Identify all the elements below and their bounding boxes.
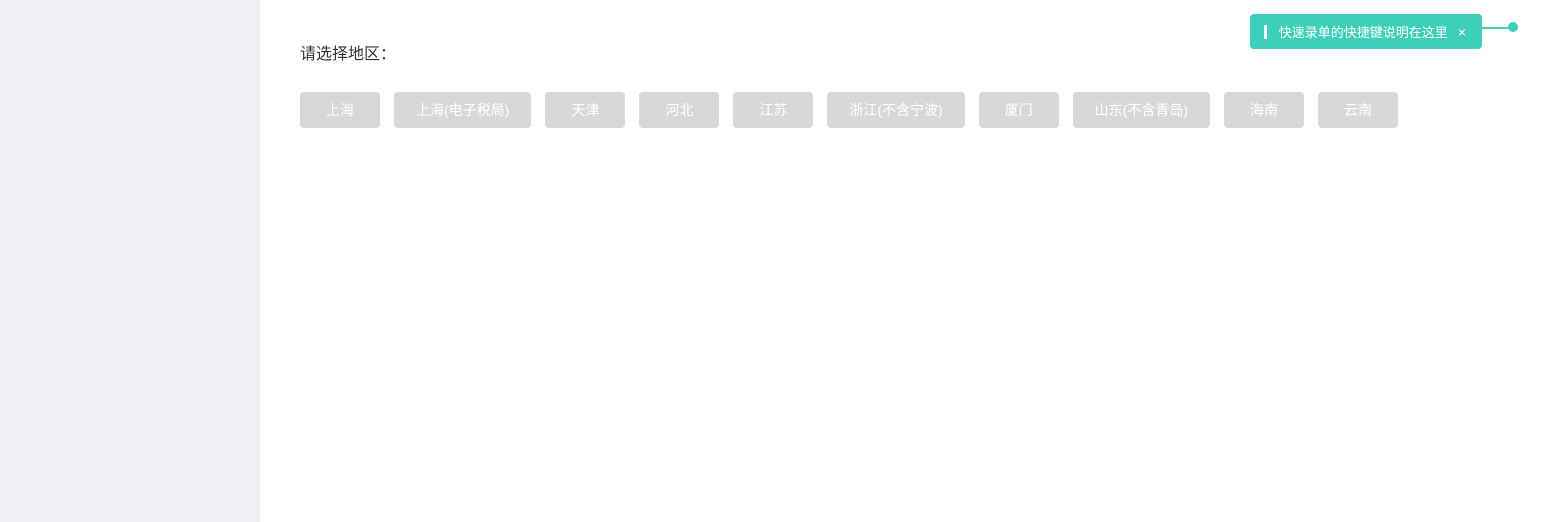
sidebar <box>0 0 260 522</box>
region-button-hainan[interactable]: 海南 <box>1224 92 1304 128</box>
region-buttons-container: 上海上海(电子税局) 天津河北江苏浙江(不含宁波) 厦门山东(不含青岛) 海南云南 <box>300 92 1522 128</box>
region-button-zhejiang[interactable]: 浙江(不含宁波) <box>827 92 964 128</box>
region-button-yunnan[interactable]: 云南 <box>1318 92 1398 128</box>
region-button-xiamen[interactable]: 厦门 <box>979 92 1059 128</box>
tooltip-text: 快速录单的快捷键说明在这里 <box>1279 22 1448 41</box>
region-button-hebei[interactable]: 河北 <box>639 92 719 128</box>
region-button-jiangsu[interactable]: 江苏 <box>733 92 813 128</box>
region-button-shandong[interactable]: 山东(不含青岛) <box>1073 92 1210 128</box>
main-content: 请选择地区： 上海上海(电子税局)天津河北江苏浙江(不含宁波)厦门山东(不含青岛… <box>260 0 1562 522</box>
region-button-shanghai[interactable]: 上海 <box>300 92 380 128</box>
tooltip-banner: 快速录单的快捷键说明在这里 × <box>1250 14 1482 49</box>
tooltip-dot <box>1508 22 1518 32</box>
region-button-shanghai-etax[interactable]: 上海(电子税局) <box>394 92 531 128</box>
region-button-tianjin[interactable]: 天津 <box>545 92 625 128</box>
tooltip-bar-icon <box>1264 25 1267 39</box>
tooltip-close-button[interactable]: × <box>1456 25 1468 39</box>
